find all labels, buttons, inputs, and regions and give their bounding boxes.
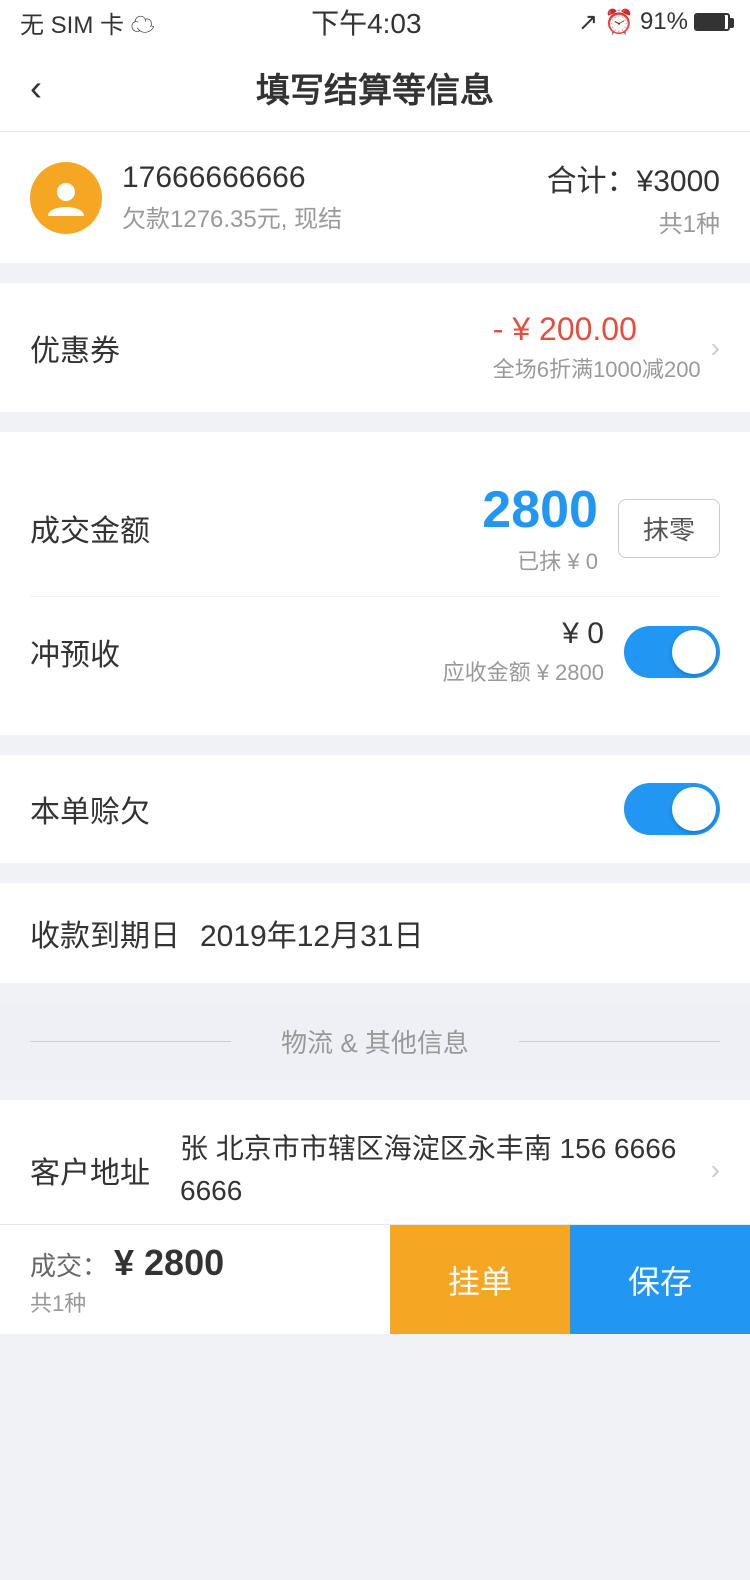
deal-amount-value-wrap: 2800 已抹 ¥ 0 <box>482 480 598 576</box>
coupon-label: 优惠券 <box>30 326 120 370</box>
pre-pay-amount: ¥ 0 <box>443 617 604 651</box>
save-button[interactable]: 保存 <box>570 1225 750 1334</box>
bottom-info: 成交： ¥ 2800 共1种 <box>0 1225 390 1334</box>
address-value: 张 北京市市辖区海淀区永丰南 156 6666 6666 <box>180 1128 711 1212</box>
user-left: 17666666666 欠款1276.35元, 现结 <box>30 161 342 234</box>
deal-amount-sub: 已抹 ¥ 0 <box>482 544 598 576</box>
status-right: ↗ ⏰ 91% <box>578 8 730 37</box>
bottom-deal-count: 共1种 <box>30 1286 360 1318</box>
amount-section: 成交金额 2800 已抹 ¥ 0 抹零 冲预收 ¥ 0 应收金额 ¥ 2800 <box>0 432 750 735</box>
bottom-bar: 成交： ¥ 2800 共1种 挂单 保存 <box>0 1224 750 1334</box>
coupon-description: 全场6折满1000减200 <box>493 352 701 384</box>
round-off-button[interactable]: 抹零 <box>618 499 720 558</box>
due-date-value: 2019年12月31日 <box>200 911 423 955</box>
deal-amount-row: 成交金额 2800 已抹 ¥ 0 抹零 <box>30 460 720 596</box>
divider-line-left <box>30 1041 231 1042</box>
user-total: 合计：¥3000 共1种 <box>547 156 720 239</box>
coupon-discount: - ¥ 200.00 <box>493 311 701 348</box>
chevron-right-icon: › <box>711 332 720 364</box>
divider-text: 物流 & 其他信息 <box>281 1023 469 1060</box>
user-phone: 17666666666 <box>122 161 342 195</box>
bad-debt-section: 本单赊欠 <box>0 755 750 863</box>
section-divider: 物流 & 其他信息 <box>0 1003 750 1080</box>
status-bar: 无 SIM 卡 ☁ 下午4:03 ↗ ⏰ 91% <box>0 0 750 44</box>
address-label: 客户地址 <box>30 1148 150 1192</box>
status-left: 无 SIM 卡 ☁ <box>20 5 155 40</box>
user-sub-text: 欠款1276.35元, 现结 <box>122 199 342 234</box>
deal-amount-label: 成交金额 <box>30 506 150 550</box>
coupon-row[interactable]: 优惠券 - ¥ 200.00 全场6折满1000减200 › <box>0 283 750 412</box>
due-date-label: 收款到期日 <box>30 911 180 955</box>
status-time: 下午4:03 <box>311 2 422 42</box>
address-section[interactable]: 客户地址 张 北京市市辖区海淀区永丰南 156 6666 6666 › <box>0 1100 750 1240</box>
bad-debt-toggle[interactable] <box>624 783 720 835</box>
pre-pay-row: 冲预收 ¥ 0 应收金额 ¥ 2800 <box>30 596 720 707</box>
pre-pay-values: ¥ 0 应收金额 ¥ 2800 <box>443 617 604 687</box>
divider-line-right <box>519 1041 720 1042</box>
bottom-deal-amount: ¥ 2800 <box>114 1242 224 1284</box>
main-content: 17666666666 欠款1276.35元, 现结 合计：¥3000 共1种 … <box>0 132 750 1580</box>
battery-icon <box>694 13 730 31</box>
user-info-card: 17666666666 欠款1276.35元, 现结 合计：¥3000 共1种 <box>0 132 750 263</box>
due-date-row: 收款到期日 2019年12月31日 <box>30 911 720 955</box>
pre-pay-receivable: 应收金额 ¥ 2800 <box>443 655 604 687</box>
coupon-right-info: - ¥ 200.00 全场6折满1000减200 <box>493 311 701 384</box>
pre-pay-right: ¥ 0 应收金额 ¥ 2800 <box>443 617 720 687</box>
bottom-deal-label: 成交： <box>30 1246 108 1283</box>
pre-pay-label: 冲预收 <box>30 630 120 674</box>
location-icon: ↗ <box>578 8 598 37</box>
user-info-text: 17666666666 欠款1276.35元, 现结 <box>122 161 342 234</box>
sim-status: 无 SIM 卡 ☁ <box>20 5 155 40</box>
deal-amount-value: 2800 <box>482 480 598 540</box>
bad-debt-label: 本单赊欠 <box>30 787 150 831</box>
pending-button[interactable]: 挂单 <box>390 1225 570 1334</box>
address-chevron-icon: › <box>711 1154 720 1186</box>
battery-status: 91% <box>640 8 688 36</box>
avatar <box>30 162 102 234</box>
deal-amount-right: 2800 已抹 ¥ 0 抹零 <box>482 480 720 576</box>
total-count: 共1种 <box>547 204 720 239</box>
total-amount: 合计：¥3000 <box>547 156 720 200</box>
nav-bar: ‹ 填写结算等信息 <box>0 44 750 132</box>
back-button[interactable]: ‹ <box>30 67 42 109</box>
pre-pay-toggle[interactable] <box>624 626 720 678</box>
due-date-section: 收款到期日 2019年12月31日 <box>0 883 750 983</box>
page-title: 填写结算等信息 <box>256 63 494 112</box>
alarm-icon: ⏰ <box>604 8 634 37</box>
